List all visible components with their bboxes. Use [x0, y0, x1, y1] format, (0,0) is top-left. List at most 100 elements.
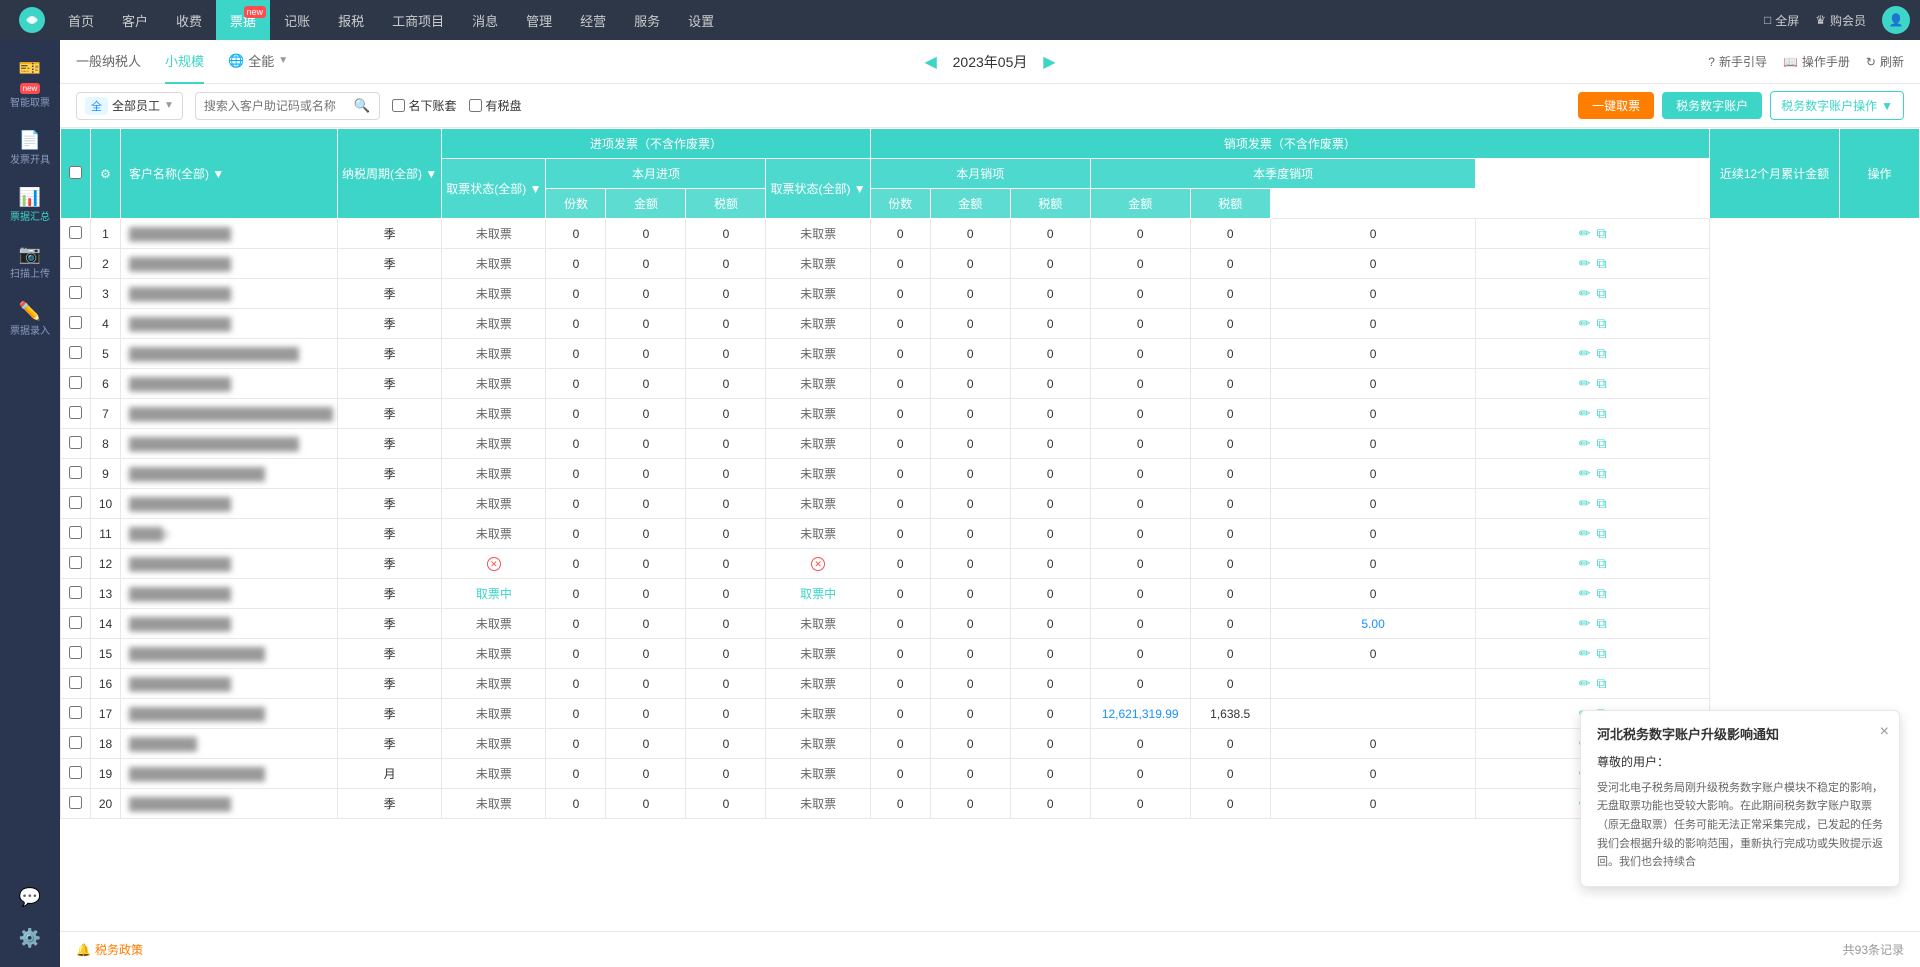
row-checkbox[interactable]	[69, 256, 82, 269]
nav-customer[interactable]: 客户	[108, 0, 162, 40]
edit-icon[interactable]: ✏	[1579, 405, 1591, 422]
edit-icon[interactable]: ✏	[1579, 315, 1591, 332]
has-taxdisk-check[interactable]	[469, 99, 482, 112]
edit-icon[interactable]: ✏	[1579, 465, 1591, 482]
row-checkbox[interactable]	[69, 346, 82, 359]
one-click-invoice-button[interactable]: 一键取票	[1578, 92, 1654, 119]
next-month-button[interactable]: ▶	[1039, 52, 1059, 72]
edit-icon[interactable]: ✏	[1579, 375, 1591, 392]
nav-invoice[interactable]: 票据 new	[216, 0, 270, 40]
edit-icon[interactable]: ✏	[1579, 495, 1591, 512]
row-checkbox[interactable]	[69, 526, 82, 539]
row-checkbox[interactable]	[69, 466, 82, 479]
app-logo[interactable]	[10, 0, 54, 40]
copy-icon[interactable]: ⧉	[1597, 345, 1607, 362]
vip-button[interactable]: ♛ 购会员	[1815, 12, 1866, 29]
guide-button[interactable]: ? 新手引导	[1708, 53, 1767, 70]
row-checkbox[interactable]	[69, 796, 82, 809]
nav-home[interactable]: 首页	[54, 0, 108, 40]
copy-icon[interactable]: ⧉	[1597, 225, 1607, 242]
digital-tax-account-action-button[interactable]: 税务数字账户操作 ▼	[1770, 91, 1904, 120]
row-checkbox[interactable]	[69, 496, 82, 509]
row-checkbox[interactable]	[69, 376, 82, 389]
sidebar-item-invoice-entry[interactable]: ✏️ 票据录入	[2, 293, 58, 346]
my-account-checkbox[interactable]: 名下账套	[392, 97, 457, 114]
row-checkbox[interactable]	[69, 406, 82, 419]
refresh-button[interactable]: ↻ 刷新	[1866, 53, 1904, 70]
fullscreen-button[interactable]: □ 全屏	[1764, 12, 1799, 29]
user-avatar[interactable]: 👤	[1882, 6, 1910, 34]
copy-icon[interactable]: ⧉	[1597, 315, 1607, 332]
my-account-check[interactable]	[392, 99, 405, 112]
search-input[interactable]	[204, 99, 354, 113]
edit-icon[interactable]: ✏	[1579, 345, 1591, 362]
tab-general-taxpayer[interactable]: 一般纳税人	[76, 40, 141, 84]
row-checkbox[interactable]	[69, 706, 82, 719]
copy-icon[interactable]: ⧉	[1597, 645, 1607, 662]
edit-icon[interactable]: ✏	[1579, 255, 1591, 272]
row-customer-name: ████████████	[121, 549, 338, 579]
row-actions: ✏ ⧉	[1476, 399, 1710, 429]
edit-icon[interactable]: ✏	[1579, 285, 1591, 302]
digital-tax-account-button[interactable]: 税务数字账户	[1662, 92, 1762, 119]
edit-icon[interactable]: ✏	[1579, 435, 1591, 452]
copy-icon[interactable]: ⧉	[1597, 495, 1607, 512]
row-checkbox[interactable]	[69, 586, 82, 599]
edit-icon[interactable]: ✏	[1579, 645, 1591, 662]
copy-icon[interactable]: ⧉	[1597, 585, 1607, 602]
edit-icon[interactable]: ✏	[1579, 225, 1591, 242]
row-checkbox[interactable]	[69, 736, 82, 749]
nav-management[interactable]: 管理	[512, 0, 566, 40]
tax-policy-link[interactable]: 🔔 税务政策	[76, 941, 143, 958]
nav-settings[interactable]: 设置	[674, 0, 728, 40]
sidebar-item-message[interactable]: 💬	[2, 879, 58, 916]
nav-operation[interactable]: 经营	[566, 0, 620, 40]
sidebar-item-smart-invoice[interactable]: 🎫 new 智能取票	[2, 50, 58, 118]
search-button[interactable]: 🔍	[354, 98, 371, 114]
nav-service[interactable]: 服务	[620, 0, 674, 40]
edit-icon[interactable]: ✏	[1579, 525, 1591, 542]
row-out-amount: 0	[930, 699, 1010, 729]
nav-tax[interactable]: 报税	[324, 0, 378, 40]
tab-small-scale[interactable]: 小规模	[165, 40, 204, 84]
tab-all-capable[interactable]: 🌐 全能 ▼	[228, 40, 288, 84]
copy-icon[interactable]: ⧉	[1597, 465, 1607, 482]
sidebar-item-scan-upload[interactable]: 📷 扫描上传	[2, 236, 58, 289]
row-checkbox[interactable]	[69, 556, 82, 569]
edit-icon[interactable]: ✏	[1579, 615, 1591, 632]
row-checkbox[interactable]	[69, 646, 82, 659]
copy-icon[interactable]: ⧉	[1597, 555, 1607, 572]
copy-icon[interactable]: ⧉	[1597, 675, 1607, 692]
copy-icon[interactable]: ⧉	[1597, 255, 1607, 272]
row-checkbox[interactable]	[69, 436, 82, 449]
select-all-checkbox[interactable]	[69, 166, 82, 179]
nav-commerce[interactable]: 工商项目	[378, 0, 458, 40]
nav-message[interactable]: 消息	[458, 0, 512, 40]
sidebar-item-invoice-open[interactable]: 📄 发票开具	[2, 122, 58, 175]
copy-icon[interactable]: ⧉	[1597, 405, 1607, 422]
manual-button[interactable]: 📖 操作手册	[1783, 53, 1850, 70]
copy-icon[interactable]: ⧉	[1597, 285, 1607, 302]
has-taxdisk-checkbox[interactable]: 有税盘	[469, 97, 522, 114]
row-checkbox[interactable]	[69, 316, 82, 329]
prev-month-button[interactable]: ◀	[921, 52, 941, 72]
row-checkbox[interactable]	[69, 616, 82, 629]
copy-icon[interactable]: ⧉	[1597, 615, 1607, 632]
row-checkbox[interactable]	[69, 676, 82, 689]
sidebar-item-config[interactable]: ⚙️	[2, 920, 58, 957]
notification-close-button[interactable]: ×	[1880, 719, 1889, 745]
row-checkbox[interactable]	[69, 766, 82, 779]
row-in-tax: 0	[686, 789, 766, 819]
edit-icon[interactable]: ✏	[1579, 555, 1591, 572]
copy-icon[interactable]: ⧉	[1597, 525, 1607, 542]
copy-icon[interactable]: ⧉	[1597, 435, 1607, 452]
row-checkbox[interactable]	[69, 226, 82, 239]
edit-icon[interactable]: ✏	[1579, 675, 1591, 692]
edit-icon[interactable]: ✏	[1579, 585, 1591, 602]
sidebar-item-invoice-summary[interactable]: 📊 票据汇总	[2, 179, 58, 232]
copy-icon[interactable]: ⧉	[1597, 375, 1607, 392]
nav-bookkeeping[interactable]: 记账	[270, 0, 324, 40]
nav-billing[interactable]: 收费	[162, 0, 216, 40]
employee-select[interactable]: 全 全部员工 ▼	[76, 92, 183, 120]
row-checkbox[interactable]	[69, 286, 82, 299]
